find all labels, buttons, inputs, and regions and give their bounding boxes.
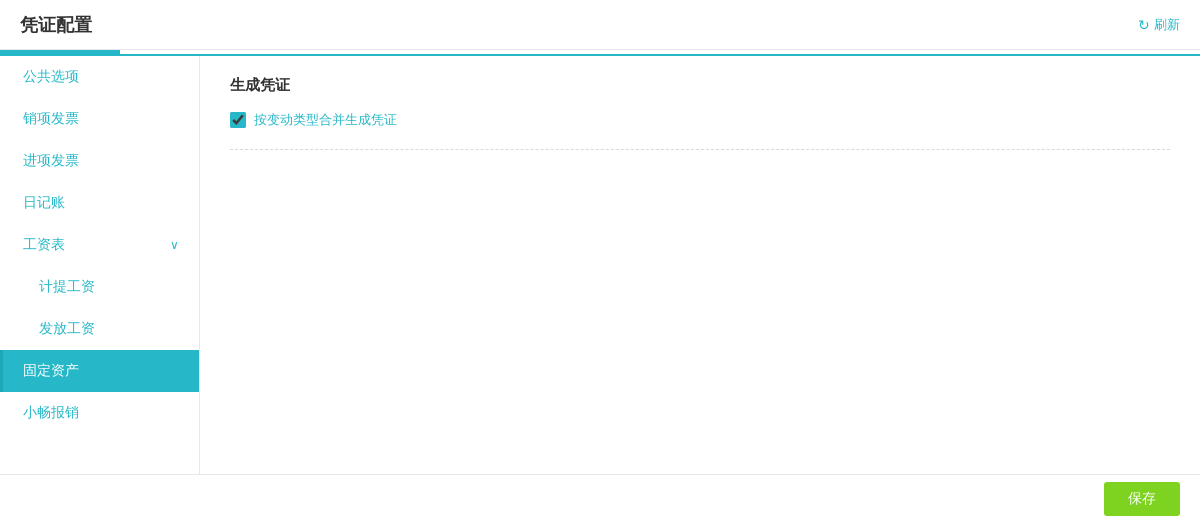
sidebar-item-payroll[interactable]: 工资表 ∨ <box>0 224 199 266</box>
sidebar-item-sales-invoice[interactable]: 销项发票 <box>0 98 199 140</box>
content-divider <box>230 149 1170 150</box>
sidebar-label-purchase-invoice: 进项发票 <box>23 152 79 170</box>
save-button[interactable]: 保存 <box>1104 482 1180 516</box>
sidebar-label-fixed-assets: 固定资产 <box>23 362 79 380</box>
section-title: 生成凭证 <box>230 76 1170 95</box>
top-indicator <box>0 50 120 54</box>
page-header: 凭证配置 ↻ 刷新 <box>0 0 1200 50</box>
merge-by-type-checkbox[interactable] <box>230 112 246 128</box>
sidebar-item-accrued-payroll[interactable]: 计提工资 <box>0 266 199 308</box>
sidebar-item-expense-report[interactable]: 小畅报销 <box>0 392 199 434</box>
sidebar-item-public-options[interactable]: 公共选项 <box>0 56 199 98</box>
refresh-icon: ↻ <box>1138 17 1150 33</box>
sidebar-label-pay-payroll: 发放工资 <box>39 320 95 338</box>
sidebar-label-journal: 日记账 <box>23 194 65 212</box>
checkbox-row: 按变动类型合并生成凭证 <box>230 111 1170 129</box>
content-area: 生成凭证 按变动类型合并生成凭证 <box>200 56 1200 474</box>
main-content: 公共选项销项发票进项发票日记账工资表 ∨ 计提工资发放工资固定资产小畅报销 生成凭证… <box>0 56 1200 474</box>
sidebar-label-payroll: 工资表 <box>23 236 65 254</box>
page-title: 凭证配置 <box>20 13 92 37</box>
page-footer: 保存 <box>0 474 1200 522</box>
chevron-down-icon: ∨ <box>170 238 179 252</box>
sidebar-item-pay-payroll[interactable]: 发放工资 <box>0 308 199 350</box>
sidebar: 公共选项销项发票进项发票日记账工资表 ∨ 计提工资发放工资固定资产小畅报销 <box>0 56 200 474</box>
sidebar-label-accrued-payroll: 计提工资 <box>39 278 95 296</box>
sidebar-item-purchase-invoice[interactable]: 进项发票 <box>0 140 199 182</box>
refresh-label: 刷新 <box>1154 16 1180 34</box>
sidebar-label-expense-report: 小畅报销 <box>23 404 79 422</box>
sidebar-item-journal[interactable]: 日记账 <box>0 182 199 224</box>
merge-by-type-label[interactable]: 按变动类型合并生成凭证 <box>254 111 397 129</box>
sidebar-item-fixed-assets[interactable]: 固定资产 <box>0 350 199 392</box>
sidebar-label-public-options: 公共选项 <box>23 68 79 86</box>
refresh-button[interactable]: ↻ 刷新 <box>1138 16 1180 34</box>
sidebar-label-sales-invoice: 销项发票 <box>23 110 79 128</box>
